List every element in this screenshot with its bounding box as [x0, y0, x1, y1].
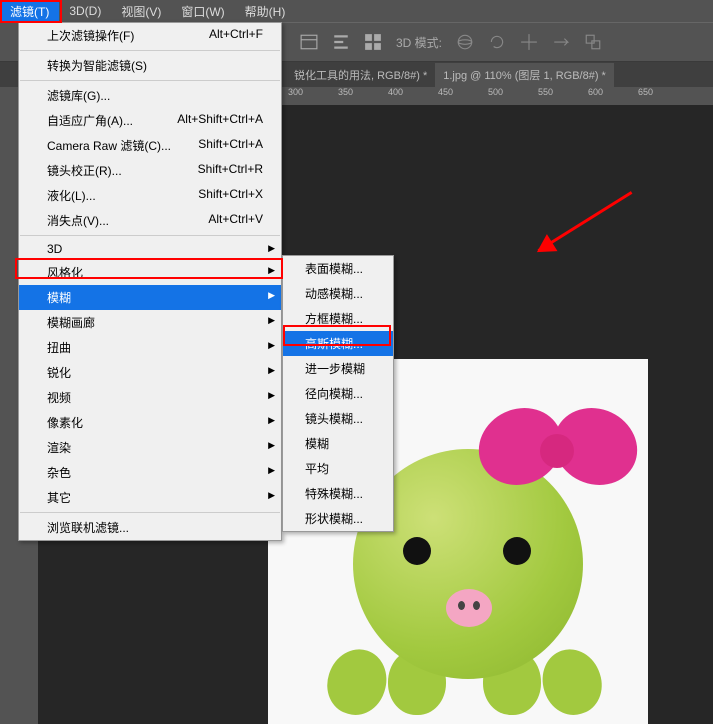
ruler-tick: 500 [488, 87, 503, 97]
filter-menu-item[interactable]: 转换为智能滤镜(S) [19, 53, 281, 78]
rotate-icon[interactable] [488, 33, 506, 51]
filter-menu-item[interactable]: 上次滤镜操作(F)Alt+Ctrl+F [19, 23, 281, 48]
filter-menu-item[interactable]: 视频 [19, 385, 281, 410]
menubar: 滤镜(T) 3D(D) 视图(V) 窗口(W) 帮助(H) [0, 0, 713, 22]
ruler-tick: 650 [638, 87, 653, 97]
blur-submenu-item[interactable]: 方框模糊... [283, 306, 393, 331]
scale-icon[interactable] [584, 33, 602, 51]
pan-icon[interactable] [520, 33, 538, 51]
ruler-tick: 600 [588, 87, 603, 97]
filter-menu-item[interactable]: 消失点(V)...Alt+Ctrl+V [19, 208, 281, 233]
filter-menu-dropdown: 上次滤镜操作(F)Alt+Ctrl+F 转换为智能滤镜(S) 滤镜库(G)...自适… [18, 22, 282, 541]
filter-menu-item[interactable]: 自适应广角(A)...Alt+Shift+Ctrl+A [19, 108, 281, 133]
ruler-tick: 350 [338, 87, 353, 97]
menu-help[interactable]: 帮助(H) [235, 0, 296, 23]
filter-menu-item[interactable]: 浏览联机滤镜... [19, 515, 281, 540]
filter-menu-item[interactable]: 模糊 [19, 285, 281, 310]
ruler-tick: 550 [538, 87, 553, 97]
filter-menu-item[interactable]: 杂色 [19, 460, 281, 485]
ruler-tick: 300 [288, 87, 303, 97]
slide-icon[interactable] [552, 33, 570, 51]
panel-icon[interactable] [300, 33, 318, 51]
blur-submenu-item[interactable]: 镜头模糊... [283, 406, 393, 431]
blur-submenu-item[interactable]: 动感模糊... [283, 281, 393, 306]
tab-doc-1[interactable]: 锐化工具的用法, RGB/8#) * [286, 63, 435, 87]
blur-submenu-item[interactable]: 表面模糊... [283, 256, 393, 281]
blur-submenu-item[interactable]: 特殊模糊... [283, 481, 393, 506]
blur-submenu-item[interactable]: 高斯模糊... [283, 331, 393, 356]
blur-submenu-item[interactable]: 平均 [283, 456, 393, 481]
filter-menu-item[interactable]: 锐化 [19, 360, 281, 385]
blur-submenu-item[interactable]: 进一步模糊 [283, 356, 393, 381]
ruler-tick: 400 [388, 87, 403, 97]
blur-submenu: 表面模糊...动感模糊...方框模糊...高斯模糊...进一步模糊径向模糊...… [282, 255, 394, 532]
filter-menu-item[interactable]: 3D [19, 238, 281, 260]
filter-menu-item[interactable]: 渲染 [19, 435, 281, 460]
menu-window[interactable]: 窗口(W) [171, 0, 234, 23]
filter-menu-item[interactable]: 扭曲 [19, 335, 281, 360]
blur-submenu-item[interactable]: 形状模糊... [283, 506, 393, 531]
filter-menu-item[interactable]: 模糊画廊 [19, 310, 281, 335]
filter-menu-item[interactable]: 风格化 [19, 260, 281, 285]
menu-3d[interactable]: 3D(D) [59, 1, 111, 21]
grid-icon[interactable] [364, 33, 382, 51]
blur-submenu-item[interactable]: 模糊 [283, 431, 393, 456]
filter-menu-item[interactable]: 液化(L)...Shift+Ctrl+X [19, 183, 281, 208]
mode-3d-label: 3D 模式: [396, 34, 442, 51]
filter-menu-item[interactable]: 其它 [19, 485, 281, 510]
filter-menu-item[interactable]: Camera Raw 滤镜(C)...Shift+Ctrl+A [19, 133, 281, 158]
menu-view[interactable]: 视图(V) [111, 0, 171, 23]
ruler-tick: 450 [438, 87, 453, 97]
orbit-icon[interactable] [456, 33, 474, 51]
align-icon[interactable] [332, 33, 350, 51]
menu-filter[interactable]: 滤镜(T) [0, 0, 59, 23]
filter-menu-item[interactable]: 镜头校正(R)...Shift+Ctrl+R [19, 158, 281, 183]
tab-doc-2[interactable]: 1.jpg @ 110% (图层 1, RGB/8#) * [435, 63, 614, 87]
blur-submenu-item[interactable]: 径向模糊... [283, 381, 393, 406]
filter-menu-item[interactable]: 像素化 [19, 410, 281, 435]
filter-menu-item[interactable]: 滤镜库(G)... [19, 83, 281, 108]
